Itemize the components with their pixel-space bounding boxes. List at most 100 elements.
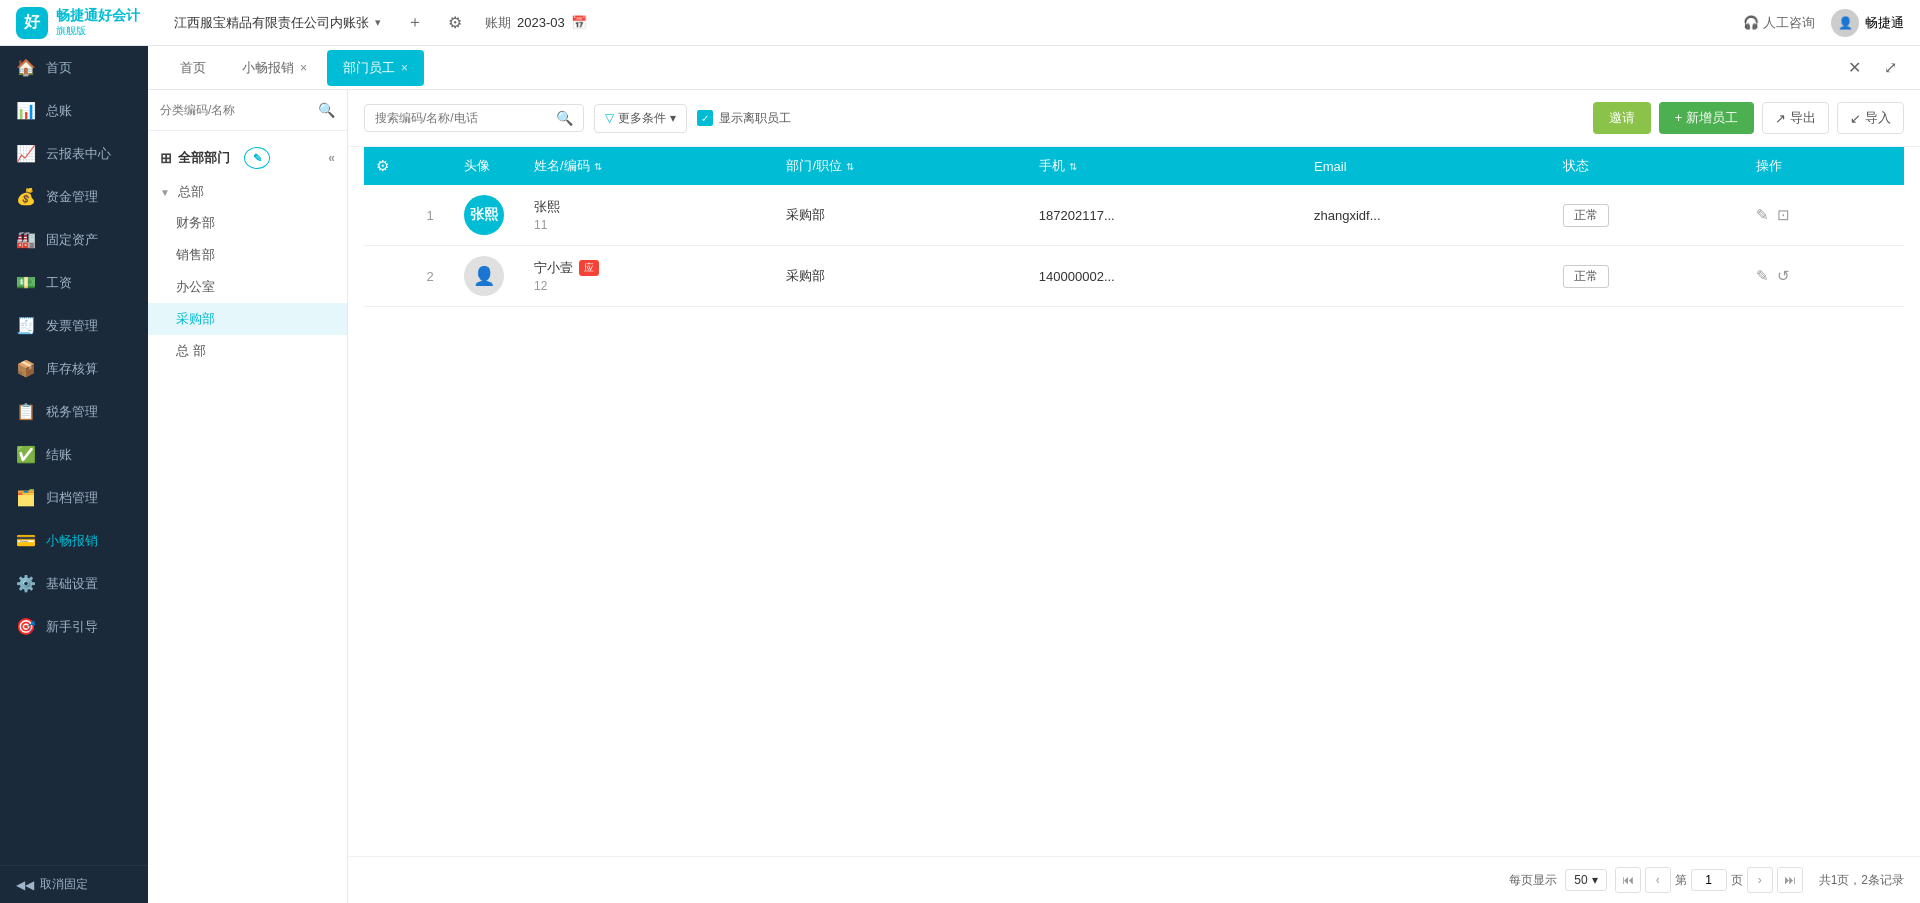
more-filter-button[interactable]: ▽ 更多条件 ▾	[594, 104, 687, 133]
tab-maximize-button[interactable]: ⤢	[1876, 54, 1904, 82]
sidebar-item-tax[interactable]: 📋 税务管理	[0, 390, 148, 433]
sidebar-item-close[interactable]: ✅ 结账	[0, 433, 148, 476]
dept-collapse-button[interactable]: «	[328, 151, 335, 165]
show-resigned-checkbox[interactable]: ✓ 显示离职员工	[697, 110, 791, 127]
invite-button[interactable]: 邀请	[1593, 102, 1651, 134]
last-page-button[interactable]: ⏭	[1777, 867, 1803, 893]
dept-search-icon[interactable]: 🔍	[318, 102, 335, 118]
add-tab-button[interactable]: ＋	[401, 9, 429, 37]
headset-icon: 🎧	[1743, 15, 1759, 30]
account-period-label: 账期	[485, 14, 511, 32]
column-settings-icon[interactable]: ⚙	[376, 157, 389, 174]
per-page-select[interactable]: 50 ▾	[1565, 869, 1606, 891]
import-button[interactable]: ↙ 导入	[1837, 102, 1904, 134]
th-dept-position[interactable]: 部门/职位⇅	[774, 147, 1026, 185]
dept-search-input[interactable]	[160, 103, 312, 117]
th-name-code[interactable]: 姓名/编码⇅	[522, 147, 774, 185]
dept-parent-zongbu[interactable]: ▼ 总部	[148, 177, 347, 207]
sidebar-item-assets[interactable]: 🏭 固定资产	[0, 218, 148, 261]
tab-dept-employee[interactable]: 部门员工 ×	[327, 50, 424, 86]
page-input-group: 第 页	[1675, 869, 1743, 891]
sidebar-item-salary[interactable]: 💵 工资	[0, 261, 148, 304]
sidebar-item-home[interactable]: 🏠 首页	[0, 46, 148, 89]
salary-icon: 💵	[16, 273, 36, 292]
row-phone-2: 140000002...	[1027, 246, 1302, 307]
page-number-input[interactable]	[1691, 869, 1727, 891]
dept-child-caiwu[interactable]: 财务部	[148, 207, 347, 239]
dept-child-xiaoshou[interactable]: 销售部	[148, 239, 347, 271]
dept-all-item[interactable]: ⊞ 全部部门 ✎ «	[148, 139, 347, 177]
delete-icon[interactable]: ↺	[1777, 267, 1790, 285]
dept-child-label: 销售部	[176, 247, 215, 262]
sidebar-item-expense[interactable]: 💳 小畅报销	[0, 519, 148, 562]
close-period-icon: ✅	[16, 445, 36, 464]
sidebar-item-reports[interactable]: 📈 云报表中心	[0, 132, 148, 175]
show-resigned-label: 显示离职员工	[719, 110, 791, 127]
row-dept-2: 采购部	[774, 246, 1026, 307]
sidebar-item-inventory[interactable]: 📦 库存核算	[0, 347, 148, 390]
tab-home[interactable]: 首页	[164, 50, 222, 86]
page-prefix-label: 第	[1675, 872, 1687, 889]
employee-search-icon[interactable]: 🔍	[556, 110, 573, 126]
settings-sidebar-icon: ⚙️	[16, 574, 36, 593]
tab-expense[interactable]: 小畅报销 ×	[226, 50, 323, 86]
sidebar-item-guide[interactable]: 🎯 新手引导	[0, 605, 148, 648]
sidebar-item-funds[interactable]: 💰 资金管理	[0, 175, 148, 218]
name-badge-group: 宁小壹 应	[534, 259, 762, 277]
sidebar-item-label: 首页	[46, 59, 72, 77]
th-gear[interactable]: ⚙	[364, 147, 408, 185]
export-icon: ↗	[1775, 111, 1786, 126]
dept-edit-icon[interactable]: ✎	[244, 147, 270, 169]
dept-child-bangongshi[interactable]: 办公室	[148, 271, 347, 303]
table-row: 1 张熙 张熙 11 采购部 187202117..	[364, 185, 1904, 246]
company-name: 江西服宝精品有限责任公司内账张	[174, 14, 369, 32]
tab-dept-employee-close[interactable]: ×	[401, 61, 408, 75]
page-navigation: ⏮ ‹ 第 页 › ⏭	[1615, 867, 1803, 893]
sidebar-item-label: 税务管理	[46, 403, 98, 421]
row-email-1: zhangxidf...	[1302, 185, 1551, 246]
dept-child-zongbu2[interactable]: 总 部	[148, 335, 347, 367]
next-page-button[interactable]: ›	[1747, 867, 1773, 893]
user-area[interactable]: 👤 畅捷通	[1831, 9, 1904, 37]
first-page-button[interactable]: ⏮	[1615, 867, 1641, 893]
dept-child-label: 总 部	[176, 343, 206, 358]
row-actions-1: ✎ ⊡	[1744, 185, 1904, 246]
export-button[interactable]: ↗ 导出	[1762, 102, 1829, 134]
guide-icon: 🎯	[16, 617, 36, 636]
prev-page-button[interactable]: ‹	[1645, 867, 1671, 893]
name-code-group: 张熙 11	[534, 198, 762, 232]
sidebar-item-ledger[interactable]: 📊 总账	[0, 89, 148, 132]
edit-icon[interactable]: ✎	[1756, 206, 1769, 224]
add-employee-button[interactable]: + 新增员工	[1659, 102, 1754, 134]
sidebar-item-archive[interactable]: 🗂️ 归档管理	[0, 476, 148, 519]
sidebar-item-settings[interactable]: ⚙️ 基础设置	[0, 562, 148, 605]
logo-text-area: 畅捷通好会计 旗舰版	[56, 7, 140, 38]
per-page-chevron-icon: ▾	[1592, 873, 1598, 887]
sidebar: 🏠 首页 📊 总账 📈 云报表中心 💰 资金管理 🏭 固定资产 💵 工资 🧾 发…	[0, 46, 148, 903]
logo-icon: 好	[16, 7, 48, 39]
logout-icon[interactable]: ⊡	[1777, 206, 1790, 224]
sidebar-item-invoice[interactable]: 🧾 发票管理	[0, 304, 148, 347]
company-selector[interactable]: 江西服宝精品有限责任公司内账张 ▾	[174, 14, 381, 32]
filter-chevron-icon: ▾	[670, 111, 676, 125]
dept-child-label: 财务部	[176, 215, 215, 230]
dept-child-caigou[interactable]: 采购部	[148, 303, 347, 335]
edit-icon[interactable]: ✎	[1756, 267, 1769, 285]
cancel-fixed-button[interactable]: ◀◀ 取消固定	[0, 865, 148, 903]
content-area: 🔍 ⊞ 全部部门 ✎ « ▼ 总部 财务部 销售部	[148, 90, 1920, 903]
employee-search-input[interactable]	[375, 111, 550, 125]
calendar-icon[interactable]: 📅	[571, 15, 587, 30]
tab-home-label: 首页	[180, 59, 206, 77]
tab-close-all-button[interactable]: ✕	[1840, 54, 1868, 82]
service-button[interactable]: 🎧 人工咨询	[1743, 14, 1815, 32]
settings-icon[interactable]: ⚙	[441, 9, 469, 37]
dept-child-label: 办公室	[176, 279, 215, 294]
sidebar-item-label: 小畅报销	[46, 532, 98, 550]
archive-icon: 🗂️	[16, 488, 36, 507]
th-phone[interactable]: 手机⇅	[1027, 147, 1302, 185]
sidebar-item-label: 资金管理	[46, 188, 98, 206]
th-actions: 操作	[1744, 147, 1904, 185]
tab-expense-close[interactable]: ×	[300, 61, 307, 75]
dept-all-label: 全部部门	[178, 149, 230, 167]
export-label: 导出	[1790, 109, 1816, 127]
